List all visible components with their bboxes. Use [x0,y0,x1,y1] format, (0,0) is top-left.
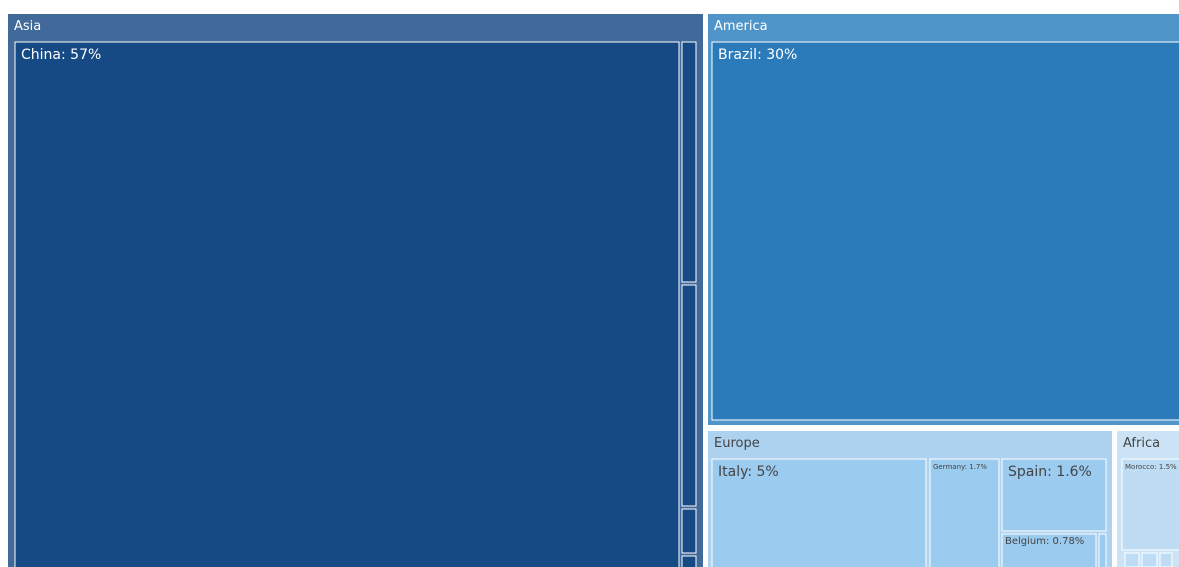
leaf-tile-asia-4[interactable] [681,555,697,567]
leaf-tile-europe-1[interactable] [929,458,1000,567]
group-label-europe: Europe [714,436,760,451]
leaf-tile-asia-0[interactable] [14,41,680,567]
leaf-label-china: China: 57% [21,47,101,63]
leaf-tile-asia-1[interactable] [681,41,697,283]
leaf-tile-asia-3[interactable] [681,508,697,554]
treemap-chart: Asia China: 57% America Brazil: 30% Europe It… [8,14,1179,567]
leaf-tile-africa-0[interactable] [1121,458,1179,551]
group-label-africa: Africa [1123,436,1160,451]
group-label-asia: Asia [14,19,41,34]
group-label-america: America [714,19,768,34]
leaf-label-brazil: Brazil: 30% [718,47,797,63]
leaf-label-belgium: Belgium: 0.78% [1005,536,1084,547]
leaf-tile-europe-4[interactable] [1098,533,1107,567]
leaf-label-germany: Germany: 1.7% [933,463,987,471]
leaf-tile-asia-2[interactable] [681,284,697,507]
leaf-tile-america-0[interactable] [711,41,1179,421]
leaf-tile-africa-2[interactable] [1141,552,1158,567]
leaf-tile-africa-1[interactable] [1124,552,1140,567]
leaf-label-morocco: Morocco: 1.5% [1125,463,1177,471]
leaf-label-spain: Spain: 1.6% [1008,464,1092,480]
leaf-label-italy: Italy: 5% [718,464,779,480]
leaf-tile-africa-3[interactable] [1159,552,1173,567]
